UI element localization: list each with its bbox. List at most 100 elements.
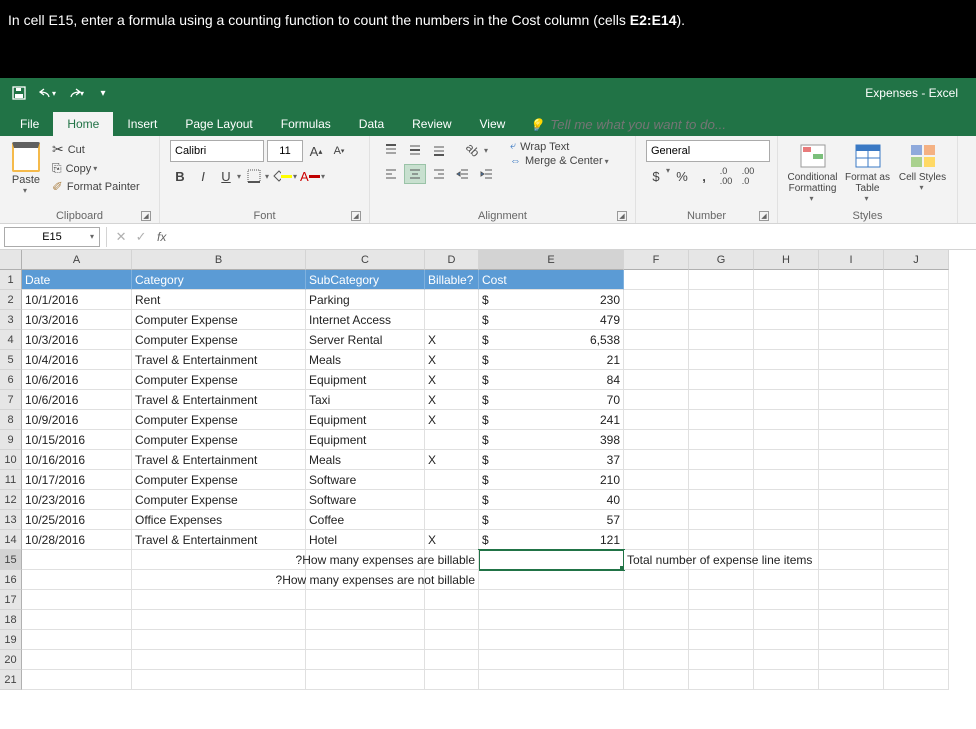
cell-F17[interactable]	[624, 590, 689, 610]
tell-me-input[interactable]	[550, 117, 750, 132]
cell-J2[interactable]	[884, 290, 949, 310]
align-top-button[interactable]	[380, 140, 402, 160]
cell-F18[interactable]	[624, 610, 689, 630]
col-header-D[interactable]: D	[425, 250, 479, 270]
cell-E20[interactable]	[479, 650, 624, 670]
cell-G7[interactable]	[689, 390, 754, 410]
accounting-format-button[interactable]: $	[646, 166, 666, 186]
cell-D12[interactable]	[425, 490, 479, 510]
cell-I9[interactable]	[819, 430, 884, 450]
underline-button[interactable]: U	[216, 166, 236, 186]
cell-G19[interactable]	[689, 630, 754, 650]
cell-H9[interactable]	[754, 430, 819, 450]
cell-E21[interactable]	[479, 670, 624, 690]
merge-center-button[interactable]: ⇔Merge & Center▾	[510, 155, 609, 167]
cell-D15[interactable]: How many expenses are billable?	[425, 550, 479, 570]
cell-F13[interactable]	[624, 510, 689, 530]
cell-G3[interactable]	[689, 310, 754, 330]
row-header-12[interactable]: 12	[0, 490, 22, 510]
cell-B14[interactable]: Travel & Entertainment	[132, 530, 306, 550]
cell-H11[interactable]	[754, 470, 819, 490]
cell-I4[interactable]	[819, 330, 884, 350]
cell-J21[interactable]	[884, 670, 949, 690]
col-header-J[interactable]: J	[884, 250, 949, 270]
cell-G14[interactable]	[689, 530, 754, 550]
redo-button[interactable]: ▾	[64, 82, 86, 104]
cell-A3[interactable]: 10/3/2016	[22, 310, 132, 330]
table-header-subcategory[interactable]: SubCategory	[306, 270, 425, 290]
cell-B11[interactable]: Computer Expense	[132, 470, 306, 490]
spreadsheet-grid[interactable]: ABCDEFGHIJ1DateCategorySubCategoryBillab…	[0, 250, 976, 690]
cell-G18[interactable]	[689, 610, 754, 630]
cell-H2[interactable]	[754, 290, 819, 310]
cell-A21[interactable]	[22, 670, 132, 690]
cell-C17[interactable]	[306, 590, 425, 610]
cell-G20[interactable]	[689, 650, 754, 670]
border-button[interactable]	[244, 166, 264, 186]
cell-F2[interactable]	[624, 290, 689, 310]
cell-H16[interactable]	[754, 570, 819, 590]
cell-I16[interactable]	[819, 570, 884, 590]
table-header-cost[interactable]: Cost	[479, 270, 624, 290]
copy-button[interactable]: ⎘Copy▾	[50, 160, 142, 177]
cell-I19[interactable]	[819, 630, 884, 650]
col-header-E[interactable]: E	[479, 250, 624, 270]
cell-E18[interactable]	[479, 610, 624, 630]
cell-G8[interactable]	[689, 410, 754, 430]
cell-F8[interactable]	[624, 410, 689, 430]
cell-H19[interactable]	[754, 630, 819, 650]
cell-B2[interactable]: Rent	[132, 290, 306, 310]
save-icon[interactable]	[8, 82, 30, 104]
cell-J1[interactable]	[884, 270, 949, 290]
cell-C13[interactable]: Coffee	[306, 510, 425, 530]
cell-B10[interactable]: Travel & Entertainment	[132, 450, 306, 470]
cell-E17[interactable]	[479, 590, 624, 610]
cell-F14[interactable]	[624, 530, 689, 550]
cell-B9[interactable]: Computer Expense	[132, 430, 306, 450]
row-header-16[interactable]: 16	[0, 570, 22, 590]
increase-indent-button[interactable]	[476, 164, 498, 184]
cell-C4[interactable]: Server Rental	[306, 330, 425, 350]
cell-D7[interactable]: X	[425, 390, 479, 410]
bold-button[interactable]: B	[170, 166, 190, 186]
row-header-4[interactable]: 4	[0, 330, 22, 350]
cell-H20[interactable]	[754, 650, 819, 670]
undo-button[interactable]: ▾	[36, 82, 58, 104]
cell-A13[interactable]: 10/25/2016	[22, 510, 132, 530]
cell-J8[interactable]	[884, 410, 949, 430]
cell-H3[interactable]	[754, 310, 819, 330]
cell-A20[interactable]	[22, 650, 132, 670]
cell-E13[interactable]: $57	[479, 510, 624, 530]
row-header-6[interactable]: 6	[0, 370, 22, 390]
cell-B18[interactable]	[132, 610, 306, 630]
cell-B5[interactable]: Travel & Entertainment	[132, 350, 306, 370]
cell-D19[interactable]	[425, 630, 479, 650]
cell-H12[interactable]	[754, 490, 819, 510]
cell-E15[interactable]	[479, 550, 624, 570]
cell-G21[interactable]	[689, 670, 754, 690]
cell-G17[interactable]	[689, 590, 754, 610]
cell-A2[interactable]: 10/1/2016	[22, 290, 132, 310]
cell-E4[interactable]: $6,538	[479, 330, 624, 350]
cell-G16[interactable]	[689, 570, 754, 590]
cell-C21[interactable]	[306, 670, 425, 690]
table-header-billable[interactable]: Billable?	[425, 270, 479, 290]
name-box[interactable]	[4, 227, 100, 247]
percent-button[interactable]: %	[672, 166, 692, 186]
row-header-7[interactable]: 7	[0, 390, 22, 410]
row-header-21[interactable]: 21	[0, 670, 22, 690]
cell-B21[interactable]	[132, 670, 306, 690]
cell-E16[interactable]	[479, 570, 624, 590]
cell-B17[interactable]	[132, 590, 306, 610]
align-left-button[interactable]	[380, 164, 402, 184]
cell-E5[interactable]: $21	[479, 350, 624, 370]
align-middle-button[interactable]	[404, 140, 426, 160]
font-color-button[interactable]: A	[300, 166, 320, 186]
cell-C10[interactable]: Meals	[306, 450, 425, 470]
cell-J13[interactable]	[884, 510, 949, 530]
row-header-5[interactable]: 5	[0, 350, 22, 370]
comma-button[interactable]: ,	[694, 166, 714, 186]
cell-D6[interactable]: X	[425, 370, 479, 390]
cell-I2[interactable]	[819, 290, 884, 310]
cell-E12[interactable]: $40	[479, 490, 624, 510]
